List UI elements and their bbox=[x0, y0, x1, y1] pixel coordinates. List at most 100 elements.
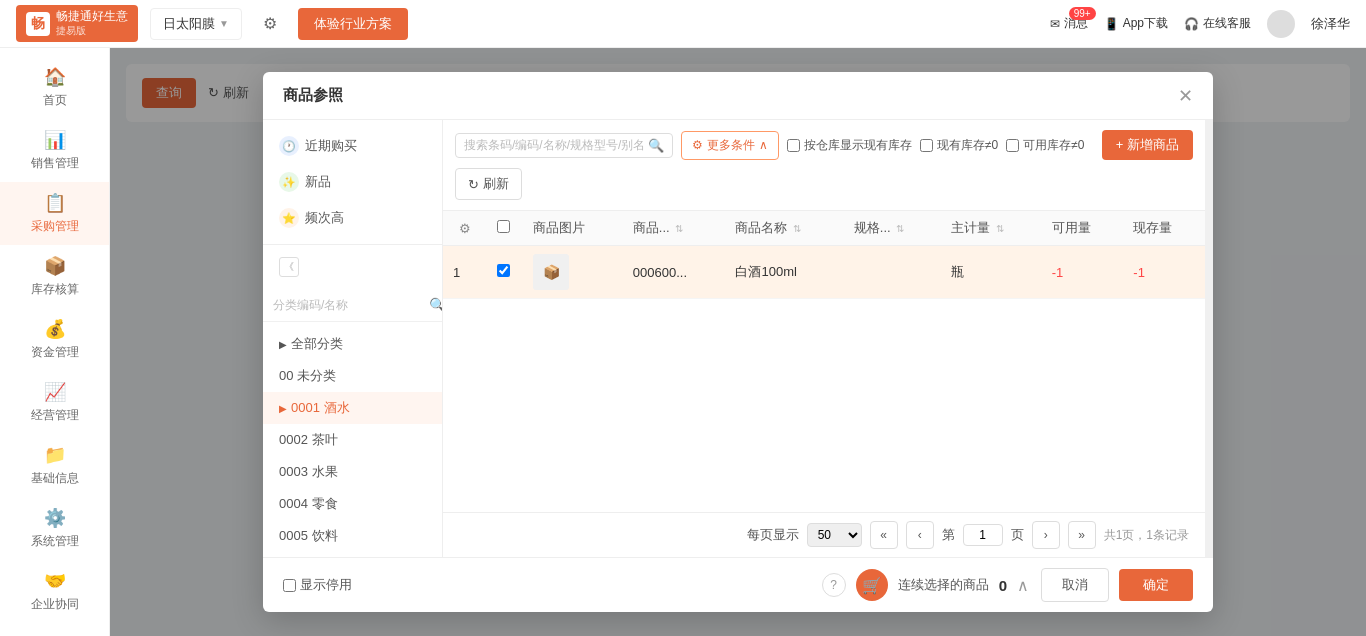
category-liquor[interactable]: ▶ 0001 酒水 bbox=[263, 392, 442, 424]
table-row[interactable]: 1 📦 000600... 白酒100ml bbox=[443, 246, 1205, 299]
phone-icon: 📱 bbox=[1104, 17, 1119, 31]
collapse-left-btn[interactable]: 《 bbox=[279, 257, 299, 277]
product-search-box: 🔍 bbox=[455, 133, 673, 158]
sidebar-item-home[interactable]: 🏠 首页 bbox=[0, 56, 109, 119]
cancel-button[interactable]: 取消 bbox=[1041, 568, 1109, 602]
scrollbar[interactable] bbox=[1205, 120, 1213, 557]
cart-icon[interactable]: 🛒 bbox=[856, 569, 888, 601]
prev-page-btn[interactable]: ‹ bbox=[906, 521, 934, 549]
settings-icon[interactable]: ⚙ bbox=[254, 8, 286, 40]
active-expand-icon: ▶ bbox=[279, 403, 287, 414]
dialog-body: 🕐 近期购买 ✨ 新品 ⭐ 频次高 bbox=[263, 120, 1213, 557]
new-products-icon: ✨ bbox=[279, 172, 299, 192]
business-icon: 📈 bbox=[44, 381, 66, 403]
main-area: 查询 ↻ 刷新 设置 商品参照 ✕ 🕐 bbox=[110, 48, 1366, 636]
select-all-checkbox[interactable] bbox=[497, 220, 510, 233]
product-table-wrap: ⚙ 商品图片 商品... bbox=[443, 211, 1205, 512]
category-fruit[interactable]: 0003 水果 bbox=[263, 456, 442, 488]
sidebar: 🏠 首页 📊 销售管理 📋 采购管理 📦 库存核算 💰 资金管理 📈 经营管理 … bbox=[0, 48, 110, 636]
category-tea[interactable]: 0002 茶叶 bbox=[263, 424, 442, 456]
purchase-icon: 📋 bbox=[44, 192, 66, 214]
row-stock: -1 bbox=[1123, 246, 1205, 299]
nav-recent-purchase[interactable]: 🕐 近期购买 bbox=[263, 128, 442, 164]
product-search-icon[interactable]: 🔍 bbox=[648, 138, 664, 153]
sidebar-item-finance[interactable]: 💰 资金管理 bbox=[0, 308, 109, 371]
dialog-toolbar: 🔍 ⚙ 更多条件 ∧ 按仓库显示现有库存 bbox=[443, 120, 1205, 211]
chevron-down-icon: ▼ bbox=[219, 18, 229, 29]
dialog-overlay: 商品参照 ✕ 🕐 近期购买 ✨ bbox=[110, 48, 1366, 636]
row-seq: 1 bbox=[443, 246, 487, 299]
sidebar-item-guide[interactable]: 📖 新手引导 bbox=[0, 623, 109, 636]
col-unit: 主计量 ⇅ bbox=[941, 211, 1041, 246]
product-image-placeholder: 📦 bbox=[543, 264, 560, 280]
app-download-nav-item[interactable]: 📱 App下载 bbox=[1104, 15, 1168, 32]
category-search-input[interactable] bbox=[273, 298, 423, 312]
username[interactable]: 徐泽华 bbox=[1311, 15, 1350, 33]
check-by-warehouse[interactable] bbox=[787, 139, 800, 152]
more-filter-btn[interactable]: ⚙ 更多条件 ∧ bbox=[681, 131, 779, 160]
col-stock: 现存量 bbox=[1123, 211, 1205, 246]
row-check[interactable] bbox=[487, 246, 523, 299]
sort-name-icon[interactable]: ⇅ bbox=[793, 223, 801, 234]
product-reference-dialog: 商品参照 ✕ 🕐 近期购买 ✨ bbox=[263, 72, 1213, 612]
help-icon[interactable]: ? bbox=[822, 573, 846, 597]
filter-chevron-icon: ∧ bbox=[759, 138, 768, 152]
sidebar-item-system[interactable]: ⚙️ 系统管理 bbox=[0, 497, 109, 560]
collapse-up-icon[interactable]: ∧ bbox=[1017, 576, 1029, 595]
row-spec bbox=[844, 246, 941, 299]
per-page-select[interactable]: 50 100 200 bbox=[807, 523, 862, 547]
col-code: 商品... ⇅ bbox=[623, 211, 726, 246]
category-beverage[interactable]: 0005 饮料 bbox=[263, 520, 442, 552]
trial-btn[interactable]: 体验行业方案 bbox=[298, 8, 408, 40]
check-available-nonzero[interactable] bbox=[1006, 139, 1019, 152]
sort-spec-icon[interactable]: ⇅ bbox=[896, 223, 904, 234]
checkbox-available-nonzero[interactable]: 可用库存≠0 bbox=[1006, 137, 1084, 154]
show-disabled-footer-checkbox[interactable]: 显示停用 bbox=[283, 576, 352, 594]
refresh-icon: ↻ bbox=[468, 177, 479, 192]
sidebar-item-purchase[interactable]: 📋 采购管理 bbox=[0, 182, 109, 245]
first-page-btn[interactable]: « bbox=[870, 521, 898, 549]
logo[interactable]: 畅 畅捷通好生意 捷易版 bbox=[16, 5, 138, 43]
add-product-btn[interactable]: + 新增商品 bbox=[1102, 130, 1193, 160]
last-page-btn[interactable]: » bbox=[1068, 521, 1096, 549]
nav-new-products[interactable]: ✨ 新品 bbox=[263, 164, 442, 200]
sort-code-icon[interactable]: ⇅ bbox=[675, 223, 683, 234]
nav-company-dropdown[interactable]: 日太阳膜 ▼ bbox=[150, 8, 242, 40]
left-nav: 🕐 近期购买 ✨ 新品 ⭐ 频次高 bbox=[263, 120, 442, 245]
dialog-close-button[interactable]: ✕ bbox=[1178, 87, 1193, 105]
check-existing-nonzero[interactable] bbox=[920, 139, 933, 152]
sidebar-item-basic-info[interactable]: 📁 基础信息 bbox=[0, 434, 109, 497]
sidebar-item-business[interactable]: 📈 经营管理 bbox=[0, 371, 109, 434]
page-number-input[interactable] bbox=[963, 524, 1003, 546]
dialog-left-panel: 🕐 近期购买 ✨ 新品 ⭐ 频次高 bbox=[263, 120, 443, 557]
checkbox-by-warehouse[interactable]: 按仓库显示现有库存 bbox=[787, 137, 912, 154]
top-nav: 畅 畅捷通好生意 捷易版 日太阳膜 ▼ ⚙ 体验行业方案 ✉ 消息 99+ 📱 … bbox=[0, 0, 1366, 48]
col-settings[interactable]: ⚙ bbox=[443, 211, 487, 246]
sidebar-item-sales[interactable]: 📊 销售管理 bbox=[0, 119, 109, 182]
avatar[interactable] bbox=[1267, 10, 1295, 38]
sidebar-item-enterprise[interactable]: 🤝 企业协同 bbox=[0, 560, 109, 623]
checkbox-existing-nonzero[interactable]: 现有库存≠0 bbox=[920, 137, 998, 154]
dialog-header: 商品参照 ✕ bbox=[263, 72, 1213, 120]
page-word: 第 bbox=[942, 526, 955, 544]
service-nav-item[interactable]: 🎧 在线客服 bbox=[1184, 15, 1251, 32]
logo-text: 畅捷通好生意 捷易版 bbox=[56, 9, 128, 39]
sort-unit-icon[interactable]: ⇅ bbox=[996, 223, 1004, 234]
refresh-btn[interactable]: ↻ 刷新 bbox=[455, 168, 522, 200]
nav-high-frequency[interactable]: ⭐ 频次高 bbox=[263, 200, 442, 236]
message-nav-item[interactable]: ✉ 消息 99+ bbox=[1050, 15, 1088, 32]
next-page-btn[interactable]: › bbox=[1032, 521, 1060, 549]
category-snack[interactable]: 0004 零食 bbox=[263, 488, 442, 520]
confirm-button[interactable]: 确定 bbox=[1119, 569, 1193, 601]
row-checkbox[interactable] bbox=[497, 264, 510, 277]
sidebar-item-inventory[interactable]: 📦 库存核算 bbox=[0, 245, 109, 308]
footer-buttons: 取消 确定 bbox=[1041, 568, 1193, 602]
category-search-row: 🔍 bbox=[263, 289, 442, 322]
category-all[interactable]: ▶ 全部分类 bbox=[263, 328, 442, 360]
product-search-input[interactable] bbox=[464, 138, 644, 152]
category-search-icon[interactable]: 🔍 bbox=[429, 297, 443, 313]
system-icon: ⚙️ bbox=[44, 507, 66, 529]
category-unclassified[interactable]: 00 未分类 bbox=[263, 360, 442, 392]
show-disabled-footer-check[interactable] bbox=[283, 579, 296, 592]
high-frequency-icon: ⭐ bbox=[279, 208, 299, 228]
